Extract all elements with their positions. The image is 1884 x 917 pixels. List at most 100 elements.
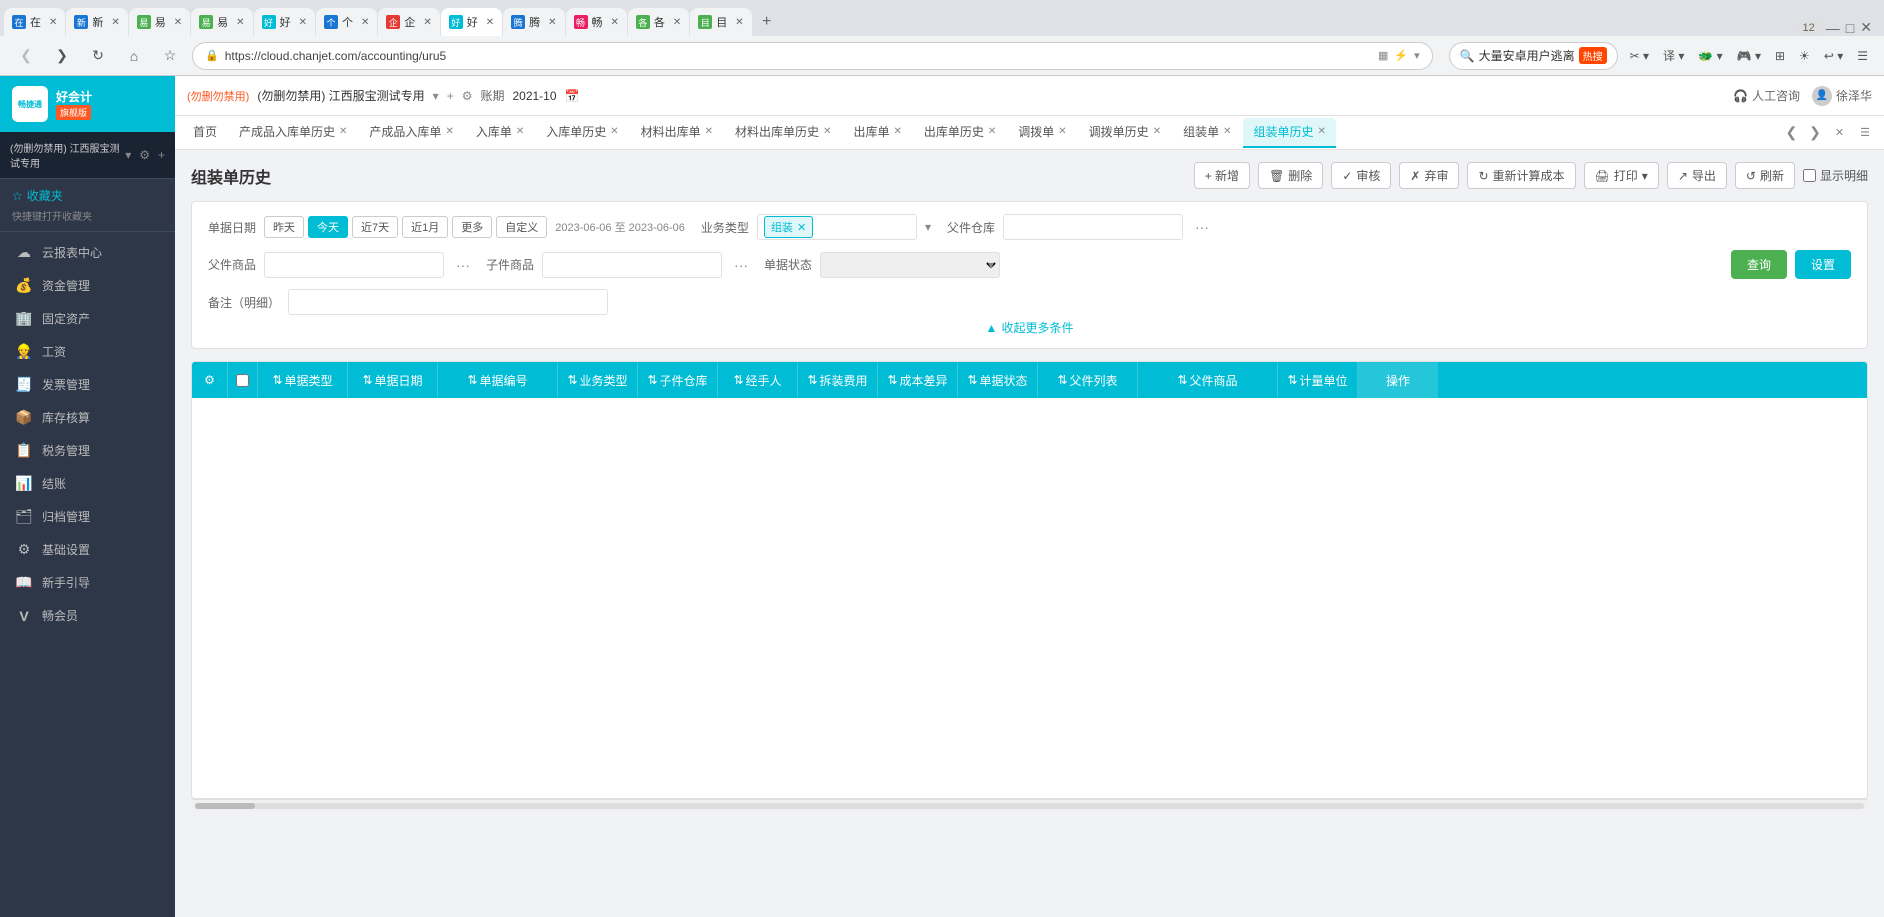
close-window-button[interactable]: ✕ [1860,19,1872,36]
parent-warehouse-input[interactable] [1003,214,1183,240]
page-tab-1[interactable]: 产成品入库单历史 ✕ [229,118,357,148]
gear-header-icon[interactable]: ⚙ [462,89,473,103]
page-tab-5[interactable]: 材料出库单 ✕ [631,118,723,148]
sidebar-item-invoice[interactable]: 🧾 发票管理 [0,368,175,401]
sidebar-item-tax[interactable]: 📋 税务管理 [0,434,175,467]
abandon-button[interactable]: ✗ 弃审 [1399,162,1459,189]
page-tab-2[interactable]: 产成品入库单 ✕ [359,118,463,148]
tab-close-page-4[interactable]: ✕ [610,126,618,137]
tab-close-7[interactable]: ✕ [486,17,494,28]
scrollbar-thumb[interactable] [195,803,255,809]
refresh-button[interactable]: ↺ 刷新 [1735,162,1795,189]
th-warehouse[interactable]: ⇅ 子件仓库 [638,362,718,398]
sidebar-item-settings[interactable]: ⚙ 基础设置 [0,533,175,566]
bookmark-button[interactable]: ☆ [156,42,184,70]
page-tab-10[interactable]: 调拨单历史 ✕ [1079,118,1171,148]
th-checkbox[interactable] [228,362,258,398]
date-btn-more[interactable]: 更多 [452,216,492,238]
company-dropdown-icon[interactable]: ▾ [433,89,439,103]
emoji-btn[interactable]: 🐲 ▾ [1694,47,1726,65]
sidebar-item-archive[interactable]: 🗂 归档管理 [0,500,175,533]
browser-tab-3[interactable]: 易 易 ✕ [191,8,252,36]
recalculate-button[interactable]: ↻ 重新计算成本 [1467,162,1575,189]
tab-close-page-6[interactable]: ✕ [823,126,831,137]
tab-close-11[interactable]: ✕ [735,17,743,28]
child-goods-dots[interactable]: ··· [734,257,748,273]
page-tab-6[interactable]: 材料出库单历史 ✕ [725,118,841,148]
page-tab-8[interactable]: 出库单历史 ✕ [914,118,1006,148]
date-btn-7days[interactable]: 近7天 [352,216,398,238]
browser-tab-0[interactable]: 在 在 ✕ [4,8,65,36]
parent-goods-input[interactable] [264,252,444,278]
scissors-btn[interactable]: ✂ ▾ [1626,47,1653,65]
browser-tab-5[interactable]: 个 个 ✕ [316,8,377,36]
sidebar-item-member[interactable]: V 畅会员 [0,599,175,632]
browser-tab-8[interactable]: 腾 腾 ✕ [503,8,564,36]
add-icon[interactable]: + [158,148,165,162]
warehouse-dots[interactable]: ··· [1195,219,1209,235]
th-date[interactable]: ⇅ 单据日期 [348,362,438,398]
maximize-button[interactable]: □ [1846,20,1854,36]
favorites-header[interactable]: ☆ 收藏夹 [12,187,163,204]
game-btn[interactable]: 🎮 ▾ [1733,47,1765,65]
browser-tab-7[interactable]: 好 好 ✕ [441,8,502,36]
settings-button[interactable]: 设置 [1795,250,1851,279]
show-detail-label[interactable]: 显示明细 [1803,167,1868,184]
tab-more[interactable]: ☰ [1854,124,1876,141]
calendar-icon[interactable]: 📅 [565,89,580,103]
tab-close-page-9[interactable]: ✕ [1058,126,1066,137]
tab-close-all[interactable]: ✕ [1829,124,1850,141]
tab-close-5[interactable]: ✕ [361,17,369,28]
tab-close-page-2[interactable]: ✕ [445,126,453,137]
select-all-checkbox[interactable] [236,374,249,387]
address-bar[interactable]: 🔒 https://cloud.chanjet.com/accounting/u… [192,42,1433,70]
th-costdiff[interactable]: ⇅ 成本差异 [878,362,958,398]
th-parentlist[interactable]: ⇅ 父件列表 [1038,362,1138,398]
tab-close-4[interactable]: ✕ [299,17,307,28]
th-biz[interactable]: ⇅ 业务类型 [558,362,638,398]
page-tab-7[interactable]: 出库单 ✕ [843,118,911,148]
browser-tab-1[interactable]: 新 新 ✕ [66,8,127,36]
forward-button[interactable]: ❯ [48,42,76,70]
browser-tab-4[interactable]: 好 好 ✕ [254,8,315,36]
sidebar-item-assets[interactable]: 🏢 固定资产 [0,302,175,335]
th-type[interactable]: ⇅ 单据类型 [258,362,348,398]
page-tab-home[interactable]: 首页 [183,118,227,148]
bill-status-select[interactable] [820,252,1000,278]
parent-goods-dots[interactable]: ··· [456,257,470,273]
browser-tab-9[interactable]: 畅 畅 ✕ [566,8,627,36]
sidebar-item-guide[interactable]: 📖 新手引导 [0,566,175,599]
tab-close-page-1[interactable]: ✕ [339,126,347,137]
user-btn[interactable]: 👤 徐泽华 [1812,86,1872,106]
print-button[interactable]: 🖨 打印 ▾ [1584,162,1659,189]
tab-close-3[interactable]: ✕ [236,17,244,28]
sidebar-item-close[interactable]: 📊 结账 [0,467,175,500]
page-tab-3[interactable]: 入库单 ✕ [466,118,534,148]
tab-close-page-10[interactable]: ✕ [1153,126,1161,137]
export-button[interactable]: ↗ 导出 [1667,162,1727,189]
tab-close-page-8[interactable]: ✕ [988,126,996,137]
translate-btn[interactable]: 译 ▾ [1659,45,1688,66]
sidebar-item-finance[interactable]: 💰 资金管理 [0,269,175,302]
th-unit[interactable]: ⇅ 计量单位 [1278,362,1358,398]
tab-right-arrow[interactable]: ❯ [1805,124,1825,141]
date-btn-1month[interactable]: 近1月 [402,216,448,238]
delete-button[interactable]: 🗑 删除 [1258,162,1323,189]
query-button[interactable]: 查询 [1731,250,1787,279]
settings-icon[interactable]: ⚙ [139,148,150,162]
note-input[interactable] [288,289,608,315]
th-status[interactable]: ⇅ 单据状态 [958,362,1038,398]
scrollbar-track[interactable] [195,803,1864,809]
browser-tab-11[interactable]: 目 目 ✕ [690,8,751,36]
page-tab-9[interactable]: 调拨单 ✕ [1008,118,1076,148]
company-selector[interactable]: (勿删勿禁用) 江西服宝测试专用 ▾ ⚙ + [0,132,175,179]
page-tab-4[interactable]: 入库单历史 ✕ [536,118,628,148]
grid-btn[interactable]: ⊞ [1771,47,1789,65]
th-dismantlecost[interactable]: ⇅ 拆装费用 [798,362,878,398]
collapse-bar[interactable]: ▲ 收起更多条件 [208,319,1851,336]
child-goods-input[interactable] [542,252,722,278]
th-parentgoods[interactable]: ⇅ 父件商品 [1138,362,1278,398]
plus-icon[interactable]: + [447,89,454,103]
date-btn-custom[interactable]: 自定义 [496,216,547,238]
brightness-btn[interactable]: ☀ [1795,47,1814,65]
